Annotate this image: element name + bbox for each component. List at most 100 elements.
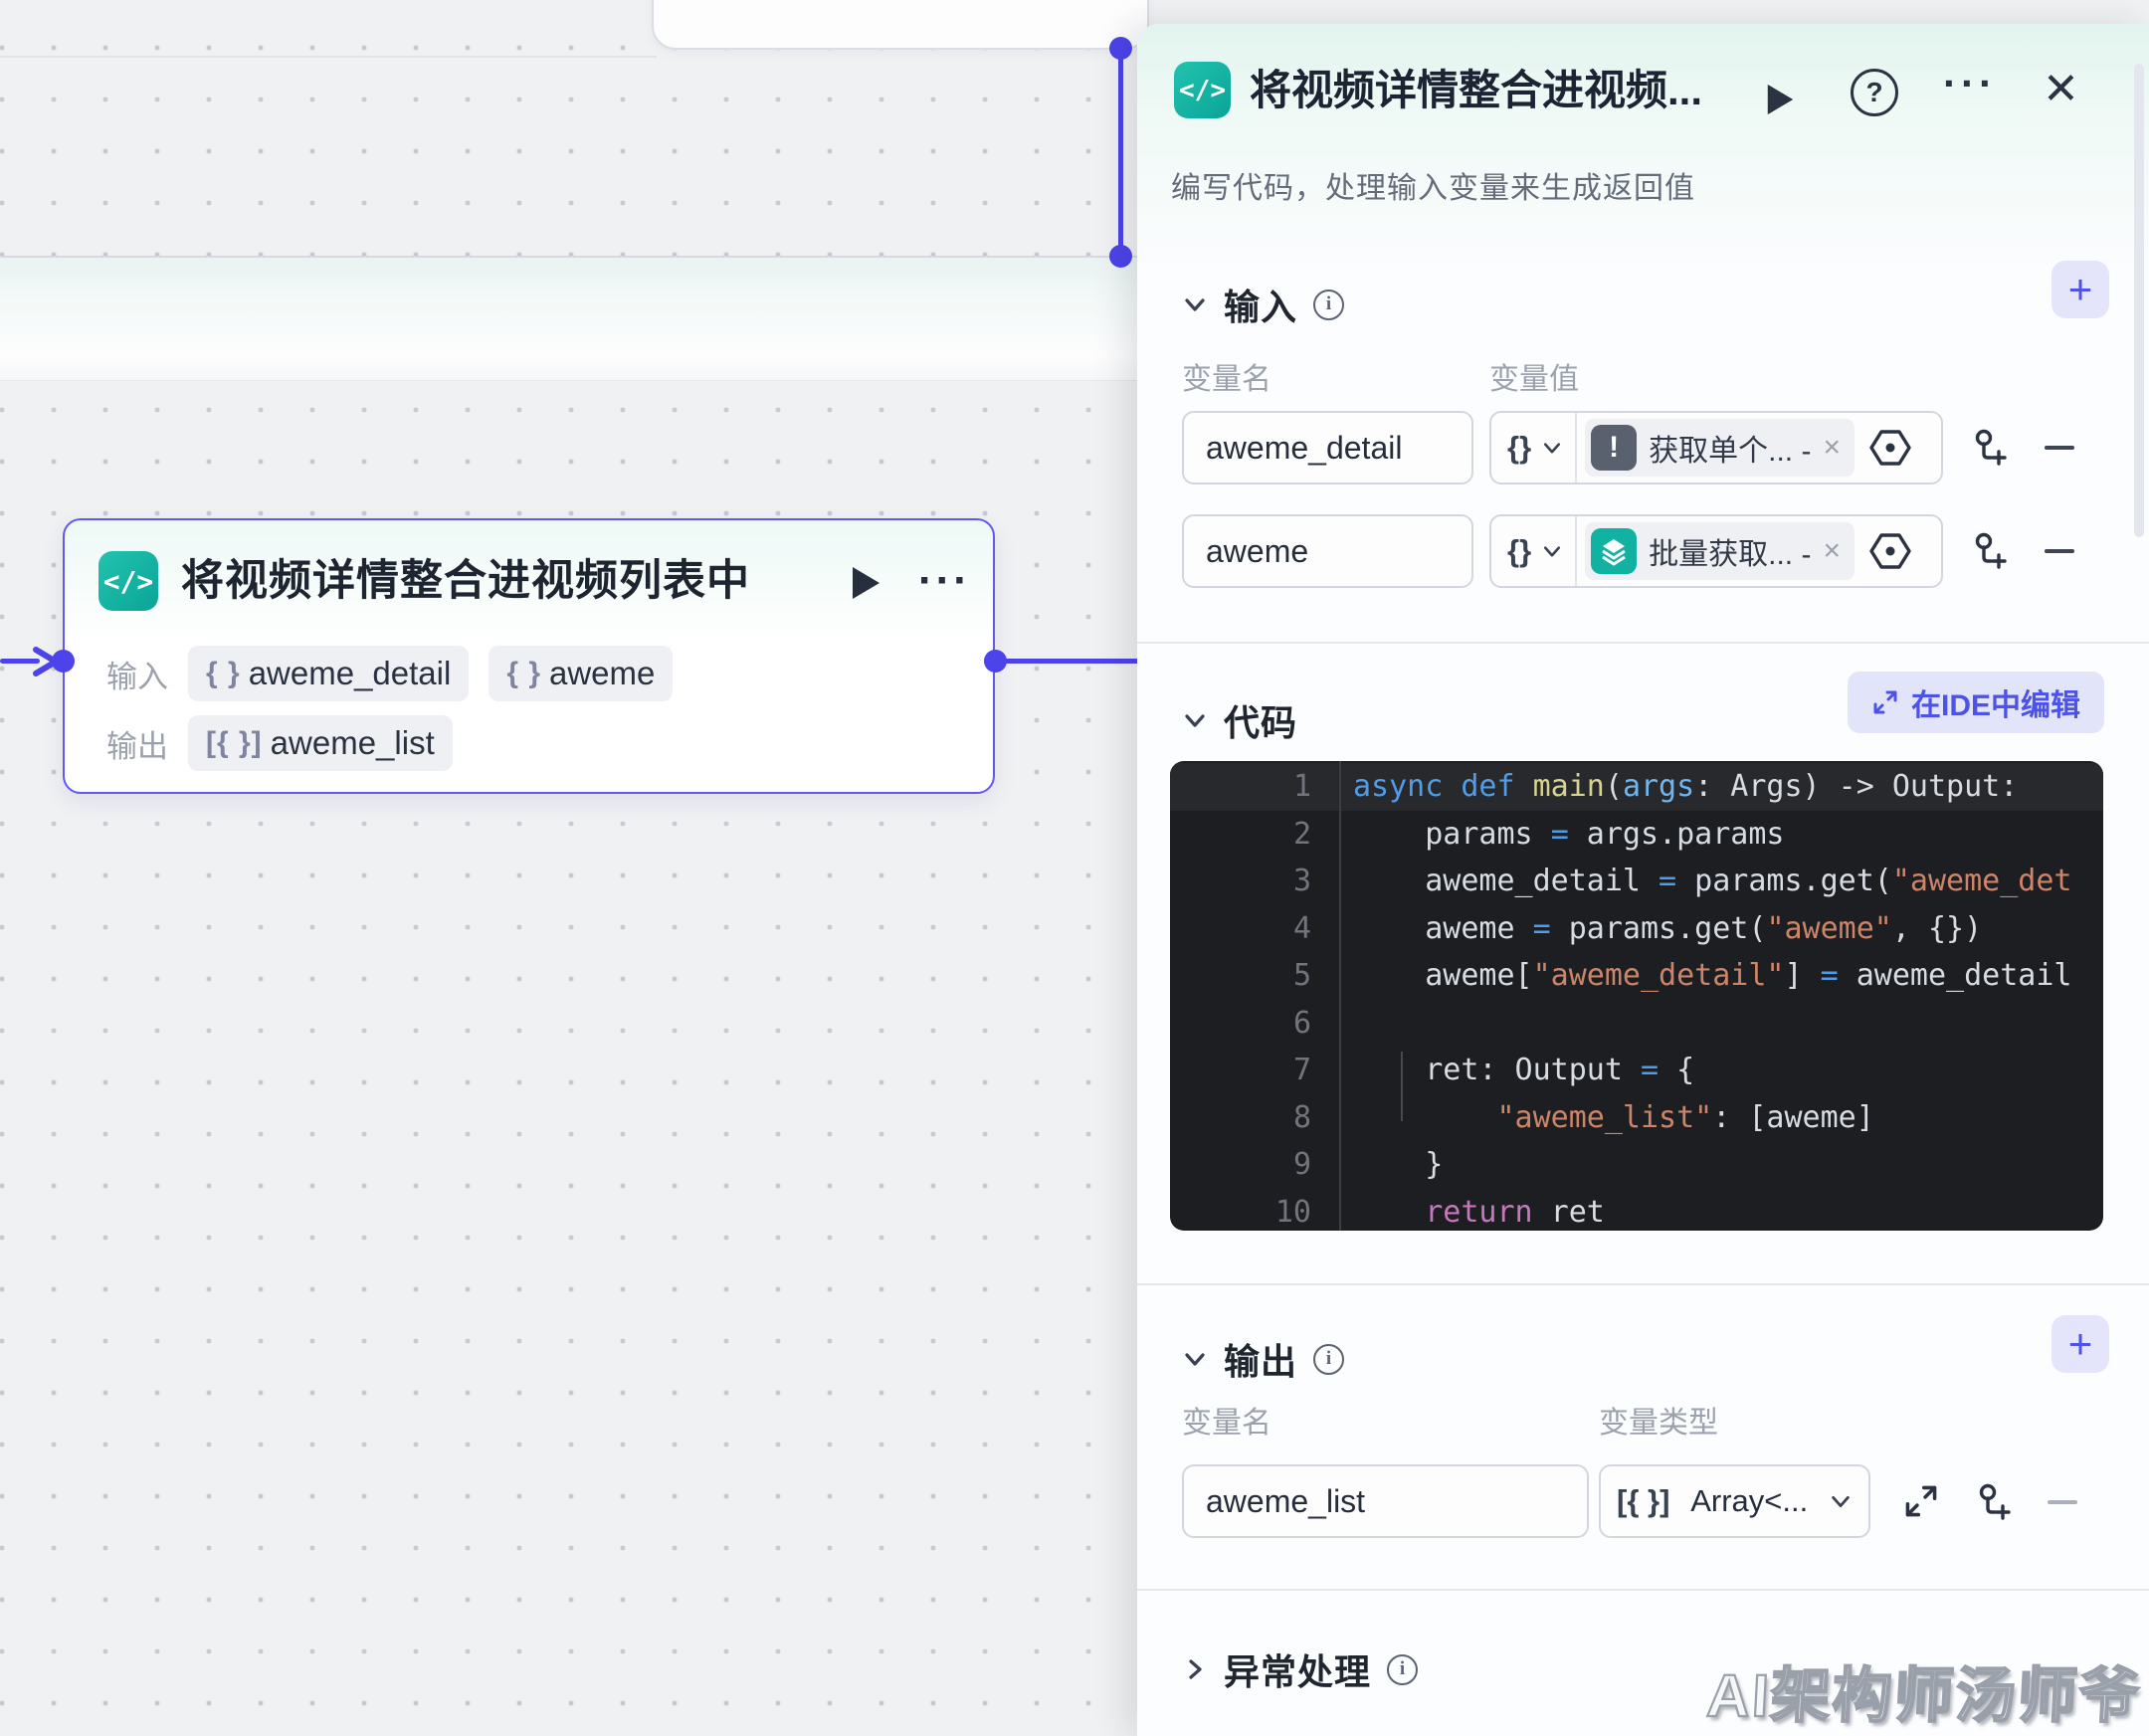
close-icon[interactable]: ✕	[2043, 64, 2079, 114]
question-glyph: ?	[1865, 77, 1882, 108]
chevron-down-icon[interactable]	[1182, 707, 1208, 733]
chevron-down-icon[interactable]	[1182, 1346, 1208, 1372]
partial-node[interactable]	[652, 0, 1149, 50]
variable-name-input[interactable]: aweme	[1182, 514, 1473, 588]
variable-value-control[interactable]: {} ! 获取单个... - ×	[1489, 411, 1943, 484]
chevron-down-icon[interactable]	[1541, 437, 1563, 459]
line-number: 7	[1170, 1047, 1339, 1094]
remove-row-button[interactable]	[2045, 446, 2074, 450]
locate-node-icon[interactable]	[1868, 531, 1912, 571]
code-line[interactable]: ret: Output = {	[1353, 1047, 2103, 1094]
add-output-button[interactable]: +	[2051, 1315, 2109, 1373]
expand-icon[interactable]	[1902, 1482, 1940, 1520]
panel-title: 将视频详情整合进视频...	[1250, 63, 1702, 118]
code-node-icon: </>	[1174, 62, 1231, 118]
chevron-down-icon[interactable]	[1541, 540, 1563, 562]
add-binding-icon[interactable]	[1975, 1482, 2013, 1522]
output-type-select[interactable]: [{ }] Array<...	[1599, 1464, 1870, 1538]
line-number: 8	[1170, 1094, 1339, 1142]
column-variable-name: 变量名	[1182, 1398, 1271, 1442]
line-number: 5	[1170, 952, 1339, 1000]
error-node-icon: !	[1591, 425, 1637, 471]
panel-scrollbar[interactable]	[2134, 64, 2144, 537]
variable-name-value: aweme	[1206, 533, 1308, 570]
help-icon[interactable]: ?	[1851, 69, 1898, 116]
node-run-button[interactable]	[849, 564, 882, 602]
column-variable-value: 变量值	[1489, 354, 1579, 398]
add-binding-icon[interactable]	[1971, 428, 2009, 468]
code-content[interactable]: async def main(args: Args) -> Output: pa…	[1353, 763, 2103, 1231]
remove-row-button[interactable]	[2045, 549, 2074, 553]
code-line[interactable]: "aweme_list": [aweme]	[1353, 1094, 2103, 1142]
info-icon[interactable]: i	[1387, 1654, 1418, 1685]
expand-icon	[1871, 688, 1899, 716]
edge-vertical[interactable]	[1118, 48, 1123, 256]
output-name-input[interactable]: aweme_list	[1182, 1464, 1589, 1538]
info-icon[interactable]: i	[1313, 1344, 1344, 1375]
code-line[interactable]: params = args.params	[1353, 811, 2103, 859]
node-input-chip[interactable]: { } aweme_detail	[188, 646, 469, 701]
edge-outgoing[interactable]	[993, 659, 1139, 664]
output-section-title: 输出	[1224, 1333, 1297, 1385]
chip-label: aweme	[549, 655, 655, 692]
indent-guide	[1401, 1052, 1403, 1121]
reference-chip[interactable]: ! 获取单个... - ×	[1585, 419, 1855, 477]
node-input-chip[interactable]: { } aweme	[488, 646, 673, 701]
node-output-port[interactable]	[984, 650, 1007, 673]
code-node-icon: </>	[98, 551, 158, 611]
panel-header-gradient	[1137, 24, 2149, 273]
reference-label: 批量获取... -	[1649, 529, 1811, 573]
run-button[interactable]	[1764, 82, 1796, 117]
code-line[interactable]: return ret	[1353, 1189, 2103, 1232]
line-number: 1	[1170, 763, 1339, 811]
locate-node-icon[interactable]	[1868, 428, 1912, 468]
line-number: 2	[1170, 811, 1339, 859]
add-binding-icon[interactable]	[1971, 531, 2009, 571]
line-number: 10	[1170, 1189, 1339, 1232]
chevron-down-icon[interactable]	[1182, 291, 1208, 317]
ide-button-label: 在IDE中编辑	[1911, 680, 2080, 724]
remove-row-button[interactable]	[2048, 1500, 2077, 1504]
edge-endpoint-top[interactable]	[1109, 37, 1132, 60]
remove-reference-icon[interactable]: ×	[1823, 534, 1841, 568]
code-line[interactable]: }	[1353, 1141, 2103, 1189]
output-name-value: aweme_list	[1206, 1483, 1365, 1520]
code-line[interactable]: aweme = params.get("aweme", {})	[1353, 905, 2103, 953]
variable-value-control[interactable]: {} 批量获取... - ×	[1489, 514, 1943, 588]
object-type-icon: { }	[506, 657, 541, 690]
node-output-chip[interactable]: [{ }] aweme_list	[188, 715, 453, 771]
add-input-button[interactable]: +	[2051, 261, 2109, 318]
line-number: 6	[1170, 1000, 1339, 1048]
remove-reference-icon[interactable]: ×	[1823, 431, 1841, 465]
node-input-label: 输入	[106, 652, 168, 696]
edit-in-ide-button[interactable]: 在IDE中编辑	[1848, 672, 2104, 733]
section-divider	[1137, 642, 2149, 644]
more-button[interactable]: ···	[1943, 60, 1997, 107]
output-type-value: Array<...	[1690, 1483, 1808, 1519]
code-glyph: </>	[103, 565, 154, 598]
divider	[1575, 413, 1577, 482]
edge-endpoint-bottom[interactable]	[1109, 245, 1132, 268]
node-config-panel: </> 将视频详情整合进视频... ? ··· ✕ 编写代码，处理输入变量来生成…	[1137, 24, 2149, 1736]
reference-chip[interactable]: 批量获取... - ×	[1585, 522, 1855, 580]
variable-name-input[interactable]: aweme_detail	[1182, 411, 1473, 484]
array-type-icon: [{ }]	[1617, 1483, 1669, 1519]
code-node[interactable]: </> 将视频详情整合进视频列表中 ··· 输入 { } aweme_detai…	[63, 518, 995, 794]
exclamation-glyph: !	[1609, 431, 1619, 465]
info-icon[interactable]: i	[1313, 289, 1344, 320]
reference-label: 获取单个... -	[1649, 426, 1811, 470]
code-line[interactable]: aweme["aweme_detail"] = aweme_detail	[1353, 952, 2103, 1000]
chevron-right-icon[interactable]	[1182, 1656, 1208, 1682]
section-divider	[1137, 1283, 2149, 1285]
node-more-button[interactable]: ···	[918, 556, 971, 606]
line-number: 9	[1170, 1141, 1339, 1189]
code-line[interactable]	[1353, 1000, 2103, 1048]
code-line[interactable]: async def main(args: Args) -> Output:	[1353, 763, 2103, 811]
code-line[interactable]: aweme_detail = params.get("aweme_det	[1353, 858, 2103, 905]
chip-label: aweme_list	[271, 724, 435, 762]
panel-subtitle: 编写代码，处理输入变量来生成返回值	[1171, 163, 1695, 207]
object-type-icon: {}	[1507, 533, 1531, 569]
node-input-port[interactable]	[52, 650, 75, 673]
divider	[1575, 516, 1577, 586]
code-editor[interactable]: 12345678910 async def main(args: Args) -…	[1170, 761, 2103, 1231]
